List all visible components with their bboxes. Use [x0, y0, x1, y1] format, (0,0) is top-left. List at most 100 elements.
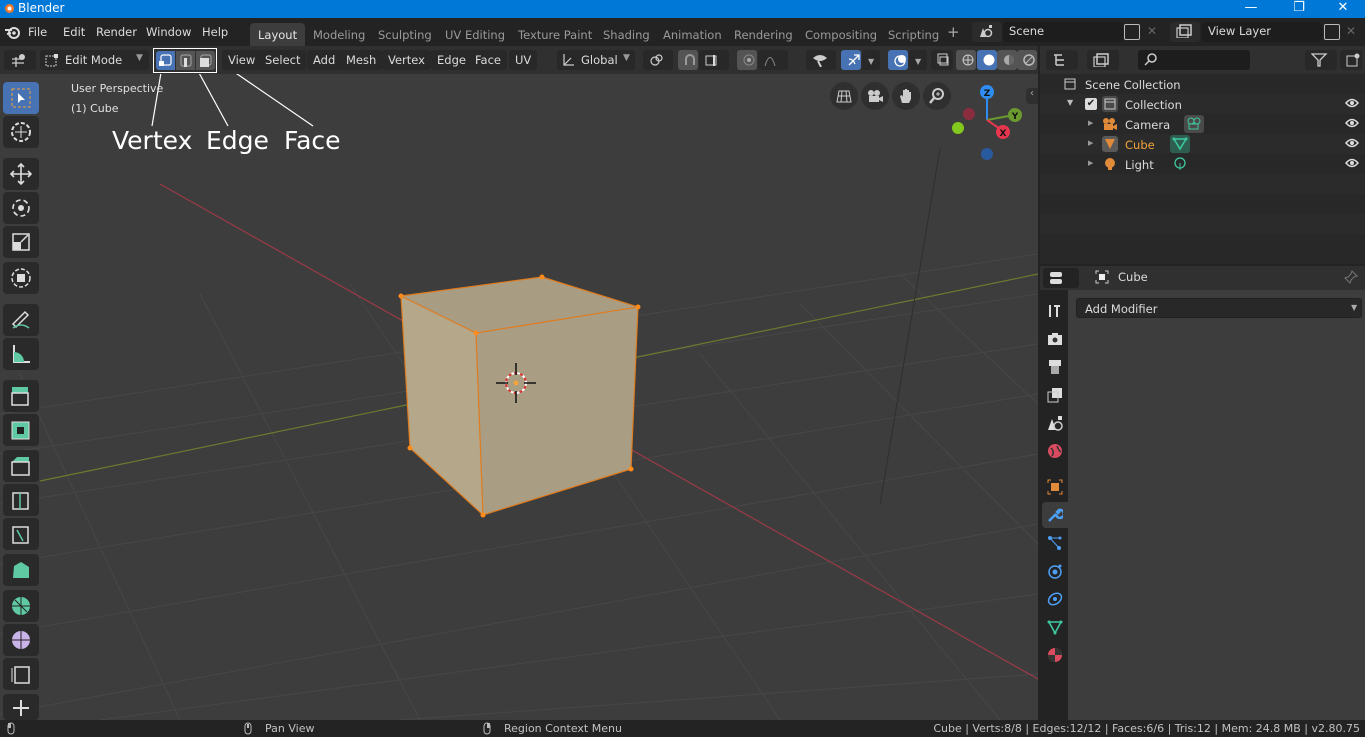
camera-view-button[interactable] — [861, 82, 889, 110]
tool-shrink-fatten[interactable] — [3, 694, 39, 720]
gizmo-toggle[interactable] — [841, 50, 861, 70]
disclosure-triangle-icon[interactable]: ▶ — [1088, 139, 1093, 147]
new-collection-button[interactable] — [1340, 50, 1362, 70]
collection-checkbox[interactable]: ✔ — [1085, 98, 1097, 110]
tool-edge-slide[interactable] — [3, 658, 39, 690]
3d-viewport[interactable]: Z Y X User Perspective (1) Cube Vertex E… — [0, 74, 1038, 720]
tool-bevel[interactable] — [3, 450, 39, 482]
sidebar-toggle-button[interactable]: ‹ — [1026, 88, 1038, 104]
snap-toggle[interactable] — [678, 50, 698, 70]
zoom-view-button[interactable] — [923, 82, 951, 110]
outliner-row-camera[interactable]: ▶ Camera — [1040, 114, 1365, 134]
menu-edge[interactable]: Edge — [431, 50, 472, 70]
editor-type-button[interactable] — [4, 50, 36, 70]
visibility-dropdown[interactable] — [806, 50, 836, 70]
minimize-button[interactable]: — — [1228, 0, 1274, 18]
tab-modeling[interactable]: Modeling — [305, 23, 373, 46]
tool-transform[interactable] — [3, 262, 39, 294]
overlays-dropdown[interactable]: ▼ — [909, 50, 927, 70]
view-layer-name-field[interactable]: View Layer — [1202, 22, 1322, 42]
tab-uv-editing[interactable]: UV Editing — [437, 23, 513, 46]
add-workspace-button[interactable]: + — [947, 23, 960, 41]
transform-orientation-dropdown[interactable]: Global ▼ — [557, 50, 635, 70]
tool-inset-faces[interactable] — [3, 414, 39, 446]
display-mode-dropdown[interactable] — [1087, 50, 1119, 70]
gizmo-dropdown[interactable]: ▼ — [862, 50, 880, 70]
tool-annotate[interactable] — [3, 304, 39, 336]
menu-edit[interactable]: Edit — [63, 25, 85, 39]
menu-add[interactable]: Add — [307, 50, 342, 70]
blender-menu-icon[interactable] — [4, 25, 20, 39]
tool-loop-cut[interactable] — [3, 484, 39, 516]
proportional-falloff-dropdown[interactable] — [758, 50, 788, 70]
mesh-data-icon[interactable] — [1170, 135, 1190, 153]
menu-window[interactable]: Window — [146, 25, 191, 39]
tab-scripting[interactable]: Scripting — [880, 23, 947, 46]
cube-mesh[interactable] — [398, 274, 641, 518]
menu-select[interactable]: Select — [259, 50, 307, 70]
shading-wireframe-button[interactable] — [956, 50, 976, 70]
menu-view[interactable]: View — [222, 50, 262, 70]
properties-tab-view-layer[interactable] — [1042, 382, 1068, 408]
visibility-eye-icon[interactable] — [1345, 138, 1359, 148]
menu-uv[interactable]: UV — [509, 50, 538, 70]
properties-tab-constraints[interactable] — [1042, 586, 1068, 612]
tool-smooth[interactable] — [3, 624, 39, 656]
pan-view-button[interactable] — [892, 82, 920, 110]
pin-icon[interactable] — [1344, 270, 1358, 284]
properties-tab-output[interactable] — [1042, 354, 1068, 380]
mode-dropdown[interactable]: Edit Mode ▼ — [40, 50, 149, 70]
outliner-row-light[interactable]: ▶ Light — [1040, 154, 1365, 174]
menu-file[interactable]: File — [28, 25, 47, 39]
camera-data-icon[interactable] — [1184, 115, 1204, 133]
pivot-point-button[interactable] — [643, 50, 673, 70]
tool-extrude-region[interactable] — [3, 380, 39, 412]
tool-spin[interactable] — [3, 590, 39, 622]
tab-sculpting[interactable]: Sculpting — [370, 23, 440, 46]
overlays-toggle[interactable] — [888, 50, 908, 70]
face-select-mode-button[interactable] — [196, 51, 215, 70]
tool-measure[interactable] — [3, 338, 39, 370]
outliner-row-cube[interactable]: ▶ Cube — [1040, 134, 1365, 154]
tab-shading[interactable]: Shading — [595, 23, 658, 46]
properties-tab-render[interactable] — [1042, 326, 1068, 352]
scene-selector-button[interactable] — [972, 22, 1002, 42]
disclosure-triangle-icon[interactable]: ▶ — [1088, 159, 1093, 167]
menu-render[interactable]: Render — [96, 25, 137, 39]
delete-view-layer-icon[interactable]: ✕ — [1346, 24, 1356, 38]
tool-scale[interactable] — [3, 226, 39, 258]
tool-poly-build[interactable] — [3, 554, 39, 586]
tool-move[interactable] — [3, 158, 39, 190]
properties-tab-material[interactable] — [1042, 642, 1068, 668]
shading-material-button[interactable] — [997, 50, 1017, 70]
cube-front-face[interactable] — [476, 307, 638, 515]
tab-texture-paint[interactable]: Texture Paint — [510, 23, 600, 46]
outliner-search-input[interactable] — [1138, 50, 1250, 70]
properties-tab-modifiers[interactable] — [1042, 502, 1068, 528]
properties-tab-world[interactable] — [1042, 438, 1068, 464]
new-view-layer-icon[interactable] — [1324, 24, 1340, 40]
disclosure-triangle-icon[interactable]: ▼ — [1067, 98, 1073, 107]
add-modifier-dropdown[interactable]: Add Modifier ▼ — [1076, 298, 1362, 318]
properties-tab-particles[interactable] — [1042, 530, 1068, 556]
proportional-edit-toggle[interactable] — [737, 50, 757, 70]
visibility-eye-icon[interactable] — [1345, 118, 1359, 128]
toggle-view-button[interactable] — [830, 82, 858, 110]
outliner-editor-type-button[interactable] — [1046, 50, 1078, 70]
shading-rendered-button[interactable] — [1017, 50, 1037, 70]
tab-layout[interactable]: Layout — [250, 23, 306, 46]
visibility-eye-icon[interactable] — [1345, 158, 1359, 168]
disclosure-triangle-icon[interactable]: ▶ — [1088, 119, 1093, 127]
edge-select-mode-button[interactable] — [176, 51, 195, 70]
tool-knife[interactable] — [3, 518, 39, 550]
filter-dropdown[interactable] — [1305, 50, 1337, 70]
menu-mesh[interactable]: Mesh — [340, 50, 383, 70]
maximize-button[interactable]: ❐ — [1276, 0, 1322, 18]
view-layer-selector-button[interactable] — [1170, 22, 1200, 42]
menu-help[interactable]: Help — [202, 25, 228, 39]
vertex-select-mode-button[interactable] — [156, 51, 175, 70]
tab-animation[interactable]: Animation — [655, 23, 730, 46]
xray-toggle[interactable] — [931, 50, 953, 70]
menu-vertex[interactable]: Vertex — [382, 50, 431, 70]
properties-tab-scene[interactable] — [1042, 410, 1068, 436]
